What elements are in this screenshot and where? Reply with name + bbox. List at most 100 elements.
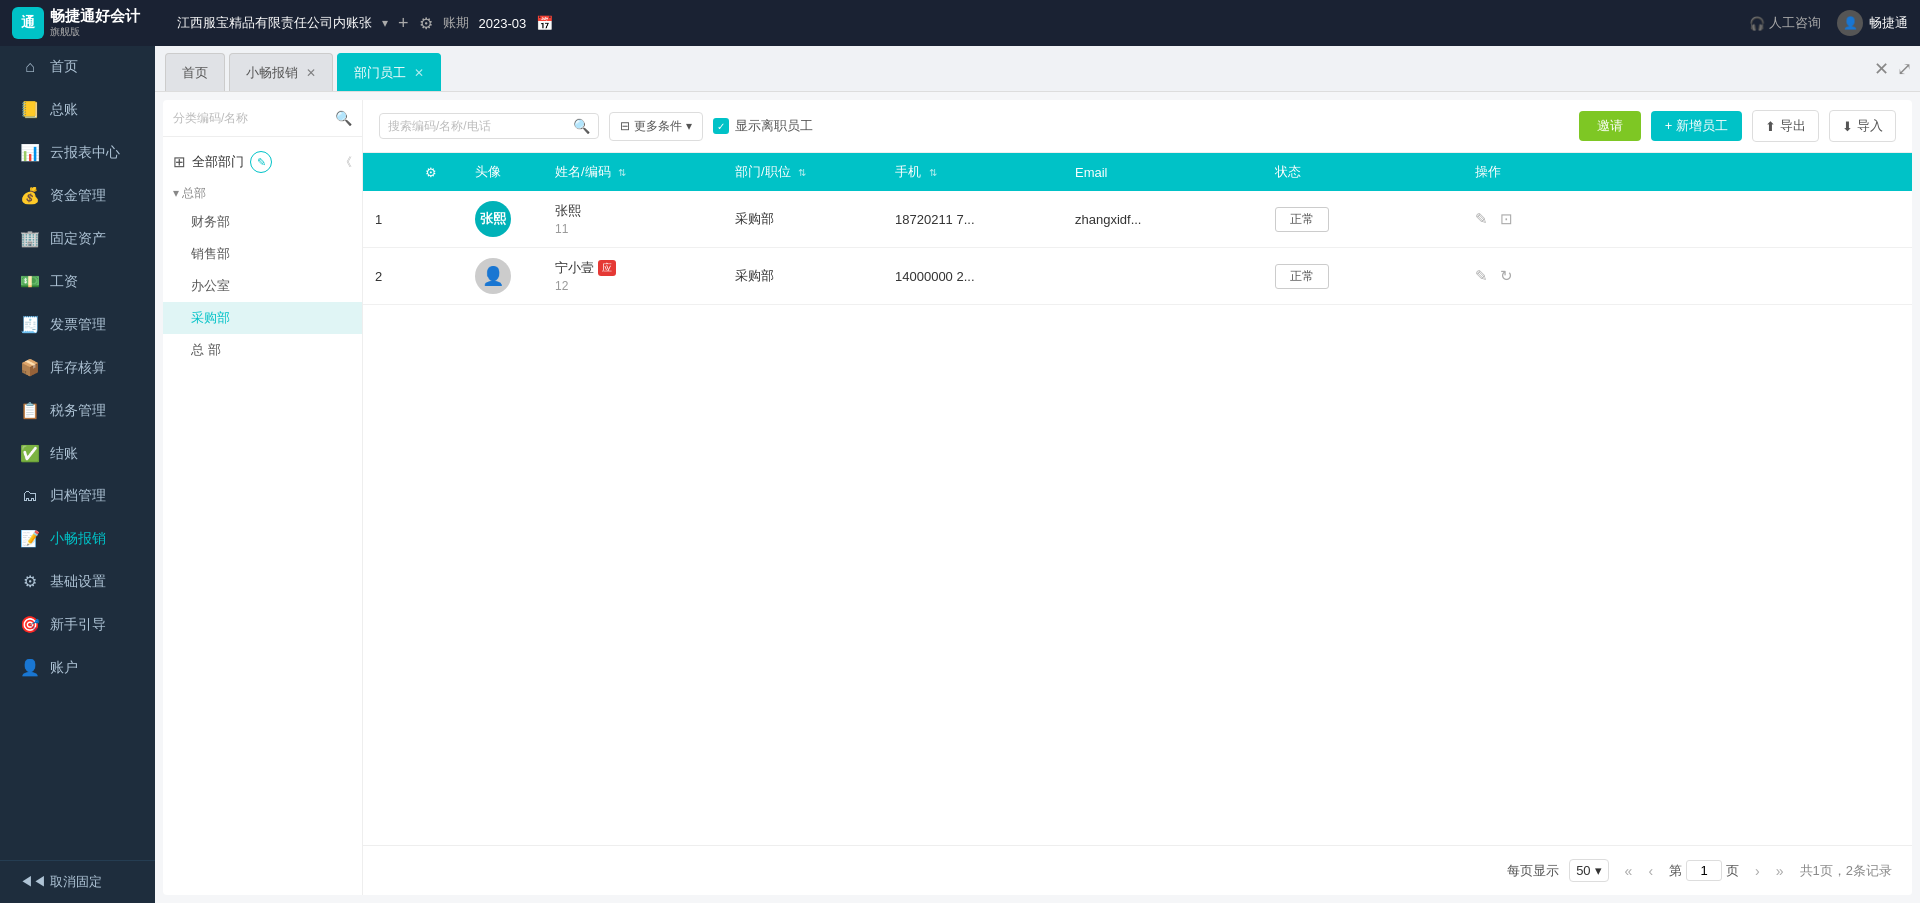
sidebar-item-guide[interactable]: 🎯 新手引导	[0, 603, 155, 646]
sidebar-item-invoice[interactable]: 🧾 发票管理	[0, 303, 155, 346]
dept-search-input[interactable]	[173, 111, 329, 125]
user-info[interactable]: 👤 畅捷通	[1837, 10, 1908, 36]
service-label: 人工咨询	[1769, 14, 1821, 32]
collapse-btn[interactable]: 《	[340, 154, 352, 171]
row2-edit-icon[interactable]: ✎	[1475, 267, 1488, 285]
prev-page-btn[interactable]: ‹	[1642, 861, 1659, 881]
sidebar-item-payroll[interactable]: 💵 工资	[0, 260, 155, 303]
tab-dept-label: 部门员工	[354, 64, 406, 82]
name-sort-icon[interactable]: ⇅	[618, 167, 626, 178]
close-tab-btn[interactable]: ✕	[1874, 60, 1889, 78]
col-action: 操作	[1463, 153, 1912, 191]
tab-dept[interactable]: 部门员工 ✕	[337, 53, 441, 91]
row2-avatar-cell: 👤	[463, 248, 543, 305]
tab-dept-close[interactable]: ✕	[414, 66, 424, 80]
last-page-btn[interactable]: »	[1770, 861, 1790, 881]
sidebar-item-label: 总账	[50, 101, 78, 119]
sidebar-item-expense[interactable]: 📝 小畅报销	[0, 517, 155, 560]
service-btn[interactable]: 🎧 人工咨询	[1749, 14, 1821, 32]
employee-search-box: 🔍	[379, 113, 599, 139]
sidebar-item-settings[interactable]: ⚙ 基础设置	[0, 560, 155, 603]
sidebar-item-funds[interactable]: 💰 资金管理	[0, 174, 155, 217]
sidebar-item-ledger[interactable]: 📒 总账	[0, 88, 155, 131]
dept-item-sales[interactable]: 销售部	[163, 238, 362, 270]
tab-actions: ✕ ⤢	[1874, 60, 1912, 78]
account-icon: 👤	[20, 658, 40, 677]
dept-tree: ⊞ 全部部门 ✎ 《 ▾ 总部 财务部 销售部 办公室	[163, 137, 362, 895]
add-employee-button[interactable]: + 新增员工	[1651, 111, 1742, 141]
import-label: 导入	[1857, 117, 1883, 135]
headset-icon: 🎧	[1749, 16, 1765, 31]
row2-email	[1063, 248, 1263, 305]
row2-actions: ✎ ↻	[1475, 267, 1900, 285]
col-settings-icon[interactable]: ⚙	[425, 165, 437, 180]
filter-btn[interactable]: ⊟ 更多条件 ▾	[609, 112, 703, 141]
period-value: 2023-03	[479, 16, 527, 31]
sidebar-item-label: 结账	[50, 445, 78, 463]
row1-index: 1	[363, 191, 413, 248]
sidebar-item-assets[interactable]: 🏢 固定资产	[0, 217, 155, 260]
row1-email: zhangxidf...	[1063, 191, 1263, 248]
employee-search-icon[interactable]: 🔍	[573, 118, 590, 134]
phone-sort-icon[interactable]: ⇅	[929, 167, 937, 178]
sidebar-item-archive[interactable]: 🗂 归档管理	[0, 475, 155, 517]
tab-home[interactable]: 首页	[165, 53, 225, 91]
page-nav-next: › »	[1749, 861, 1789, 881]
page-content: 🔍 ⊞ 全部部门 ✎ 《 ▾ 总部 财务部 销售部	[163, 100, 1912, 895]
col-status: 状态	[1263, 153, 1463, 191]
next-page-btn[interactable]: ›	[1749, 861, 1766, 881]
page-input-area: 第 页	[1669, 860, 1739, 881]
dept-item-finance[interactable]: 财务部	[163, 206, 362, 238]
company-dropdown-arrow[interactable]: ▾	[382, 16, 388, 30]
calendar-icon[interactable]: 📅	[536, 15, 553, 31]
sidebar-item-label: 账户	[50, 659, 78, 677]
sidebar-item-account[interactable]: 👤 账户	[0, 646, 155, 689]
sidebar-item-inventory[interactable]: 📦 库存核算	[0, 346, 155, 389]
add-company-btn[interactable]: +	[398, 14, 409, 32]
settings-icon[interactable]: ⚙	[419, 14, 433, 33]
dept-search-icon[interactable]: 🔍	[335, 110, 352, 126]
dept-item-purchase[interactable]: 采购部	[163, 302, 362, 334]
employee-search-input[interactable]	[388, 119, 567, 133]
row1-edit-icon[interactable]: ✎	[1475, 210, 1488, 228]
per-page-select[interactable]: 50 ▾	[1569, 859, 1608, 882]
row2-code: 12	[555, 279, 711, 293]
row2-refresh-icon[interactable]: ↻	[1500, 267, 1513, 285]
dept-item-hq[interactable]: 总 部	[163, 334, 362, 366]
dept-panel: 🔍 ⊞ 全部部门 ✎ 《 ▾ 总部 财务部 销售部	[163, 100, 363, 895]
dept-item-office[interactable]: 办公室	[163, 270, 362, 302]
page-number-input[interactable]	[1686, 860, 1722, 881]
show-resigned-checkbox[interactable]: ✓	[713, 118, 729, 134]
dept-sort-icon[interactable]: ⇅	[798, 167, 806, 178]
col-dept-label: 部门/职位	[735, 164, 791, 179]
sidebar-item-reports[interactable]: 📊 云报表中心	[0, 131, 155, 174]
sidebar-item-label: 首页	[50, 58, 78, 76]
logo-area: 通 畅捷通好会计 旗舰版	[12, 7, 167, 39]
first-page-btn[interactable]: «	[1619, 861, 1639, 881]
row1-logout-icon[interactable]: ⊡	[1500, 210, 1513, 228]
sidebar-item-checkout[interactable]: ✅ 结账	[0, 432, 155, 475]
unpin-btn[interactable]: ◀◀ 取消固定	[0, 860, 155, 903]
row2-name-code: 宁小壹 应 12	[555, 259, 711, 293]
show-resigned-toggle[interactable]: ✓ 显示离职员工	[713, 117, 813, 135]
invite-button[interactable]: 邀请	[1579, 111, 1641, 141]
export-button[interactable]: ⬆ 导出	[1752, 110, 1819, 142]
all-dept-header[interactable]: ⊞ 全部部门 ✎ 《	[163, 145, 362, 179]
filter-icon: ⊟	[620, 119, 630, 133]
dept-edit-btn[interactable]: ✎	[250, 151, 272, 173]
table-row: 2 👤 宁小壹	[363, 248, 1912, 305]
sidebar-item-label: 小畅报销	[50, 530, 106, 548]
period-label: 账期	[443, 14, 469, 32]
sidebar-item-label: 资金管理	[50, 187, 106, 205]
expand-tab-btn[interactable]: ⤢	[1897, 60, 1912, 78]
sidebar-item-home[interactable]: ⌂ 首页	[0, 46, 155, 88]
employee-data-table: ⚙ 头像 姓名/编码 ⇅ 部门/职位 ⇅	[363, 153, 1912, 305]
sidebar-item-tax[interactable]: 📋 税务管理	[0, 389, 155, 432]
dept-hq-label: 总 部	[191, 341, 221, 359]
per-page-arrow: ▾	[1595, 863, 1602, 878]
tab-expense[interactable]: 小畅报销 ✕	[229, 53, 333, 91]
sidebar-item-label: 固定资产	[50, 230, 106, 248]
import-button[interactable]: ⬇ 导入	[1829, 110, 1896, 142]
tab-expense-close[interactable]: ✕	[306, 66, 316, 80]
expense-icon: 📝	[20, 529, 40, 548]
